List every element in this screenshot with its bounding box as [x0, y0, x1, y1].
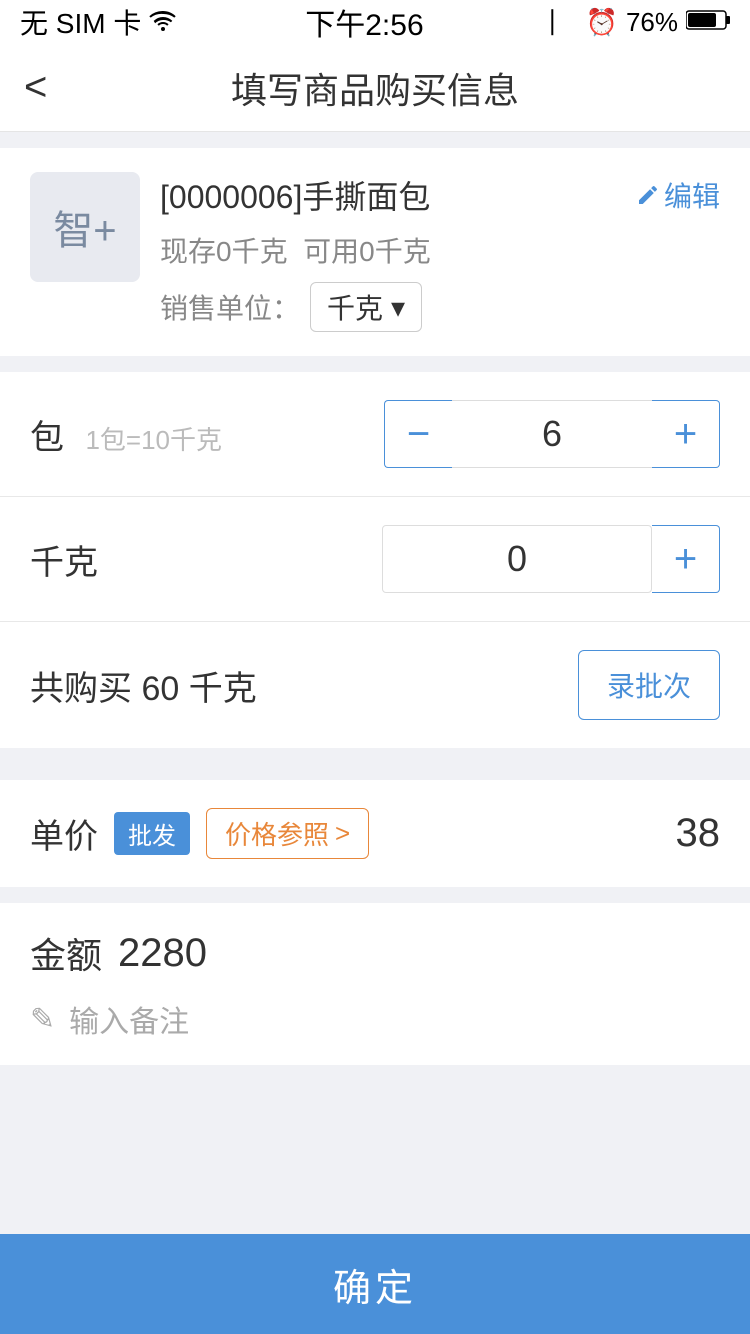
sim-label: 无 SIM 卡: [20, 2, 141, 42]
bao-qty-input[interactable]: [452, 400, 652, 468]
product-card: 智+ [0000006]手撕面包 编辑 现存0千克 可用0千克 销售单位： 千克…: [0, 148, 750, 356]
alarm-icon: ⏰: [586, 7, 618, 38]
location-icon: ⎸: [552, 6, 578, 38]
pencil-icon: ✎: [30, 1002, 55, 1037]
amount-row: 金额 2280: [30, 927, 720, 979]
status-left: 无 SIM 卡: [20, 2, 177, 42]
price-reference-button[interactable]: 价格参照 >: [206, 808, 369, 859]
kg-qty-input[interactable]: [382, 525, 652, 593]
confirm-bar[interactable]: 确定: [0, 1234, 750, 1334]
price-tag: 批发: [114, 812, 190, 855]
record-batch-button[interactable]: 录批次: [578, 650, 720, 720]
dropdown-arrow-icon: ▾: [391, 291, 405, 324]
amount-section: 金额 2280 ✎ 输入备注: [0, 903, 750, 1065]
page-title: 填写商品购买信息: [231, 62, 519, 114]
bao-minus-button[interactable]: −: [384, 400, 452, 468]
confirm-button-label: 确定: [333, 1257, 417, 1312]
price-label: 单价: [30, 809, 98, 858]
kg-plus-button[interactable]: +: [652, 525, 720, 593]
amount-value: 2280: [118, 931, 207, 976]
product-thumbnail: 智+: [30, 172, 140, 282]
product-name: [0000006]手撕面包: [160, 172, 430, 218]
bao-qty-control: − +: [384, 400, 720, 468]
status-time: 下午2:56: [305, 0, 423, 44]
kg-label: 千克: [30, 535, 382, 584]
bao-plus-button[interactable]: +: [652, 400, 720, 468]
product-info: [0000006]手撕面包 编辑 现存0千克 可用0千克 销售单位： 千克 ▾: [160, 172, 720, 332]
bao-label: 包 1包=10千克: [30, 410, 384, 459]
remark-row[interactable]: ✎ 输入备注: [30, 997, 720, 1041]
wifi-icon: [149, 6, 177, 38]
remark-placeholder: 输入备注: [69, 997, 189, 1041]
price-ref-arrow-icon: >: [335, 818, 350, 849]
product-unit-row: 销售单位： 千克 ▾: [160, 282, 720, 332]
total-text: 共购买 60 千克: [30, 661, 257, 710]
battery-icon: [686, 7, 730, 38]
amount-label: 金额: [30, 927, 102, 979]
section-separator-1: [0, 356, 750, 372]
total-row: 共购买 60 千克 录批次: [0, 622, 750, 748]
status-right: ⎸ ⏰ 76%: [552, 6, 730, 38]
bao-input-row: 包 1包=10千克 − +: [0, 372, 750, 497]
product-stock: 现存0千克 可用0千克: [160, 230, 720, 270]
section-separator-2: [0, 748, 750, 764]
edit-button[interactable]: 编辑: [636, 175, 720, 215]
back-button[interactable]: <: [24, 65, 47, 110]
bao-hint: 1包=10千克: [85, 425, 222, 455]
price-section: 单价 批发 价格参照 > 38: [0, 780, 750, 887]
unit-select[interactable]: 千克 ▾: [310, 282, 422, 332]
price-row: 单价 批发 价格参照 > 38: [0, 780, 750, 887]
unit-label: 销售单位：: [160, 287, 300, 327]
price-value: 38: [676, 811, 721, 856]
battery-percent: 76%: [626, 7, 678, 38]
status-bar: 无 SIM 卡 下午2:56 ⎸ ⏰ 76%: [0, 0, 750, 44]
kg-input-row: 千克 +: [0, 497, 750, 622]
kg-qty-control: +: [382, 525, 720, 593]
nav-bar: < 填写商品购买信息: [0, 44, 750, 132]
input-section: 包 1包=10千克 − + 千克 +: [0, 372, 750, 622]
